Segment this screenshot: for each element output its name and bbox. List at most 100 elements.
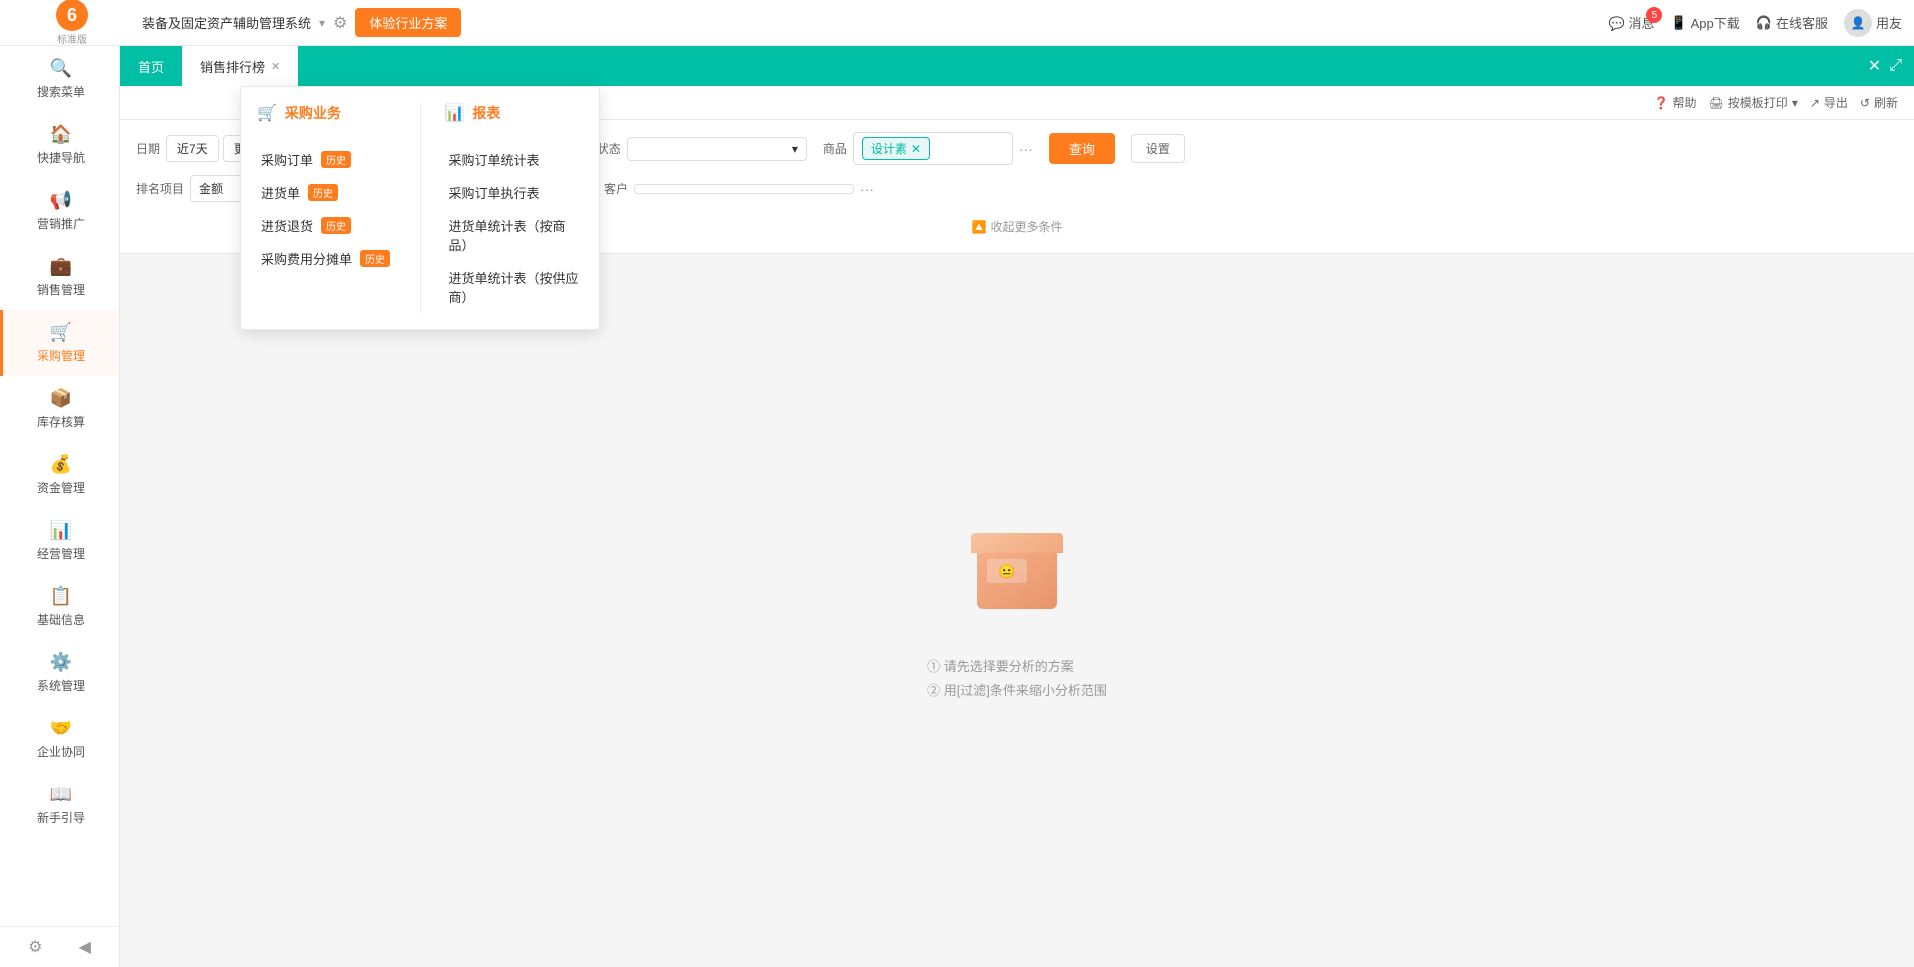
report-4-label: 进货单统计表（按供应商） [449, 268, 580, 306]
finance-icon: 💰 [50, 454, 72, 475]
dropdown-item-purchase-receipt[interactable]: 进货单 历史 [257, 176, 396, 209]
ranking-label: 排名项目 [136, 180, 184, 197]
dropdown-item-report-2[interactable]: 采购订单执行表 [445, 176, 584, 209]
purchase-return-history-badge: 历史 [321, 217, 351, 234]
goods-tag-label: 设计素 [871, 140, 907, 157]
online-service-item[interactable]: 🎧 在线客服 [1756, 13, 1828, 32]
sidebar-item-search[interactable]: 🔍 搜索菜单 [0, 46, 119, 112]
sidebar-collapse-icon[interactable]: ◀ [79, 937, 91, 957]
sidebar-item-finance[interactable]: 💰 资金管理 [0, 442, 119, 508]
reports-header: 📊 报表 [445, 103, 584, 131]
tab-sales-ranking[interactable]: 销售排行榜 ✕ [182, 46, 298, 86]
online-service-label: 在线客服 [1776, 13, 1828, 32]
refresh-icon: ↺ [1860, 96, 1870, 110]
set-button[interactable]: 设置 [1131, 134, 1185, 163]
avatar: 👤 [1844, 9, 1872, 37]
customer-select[interactable] [634, 184, 854, 194]
tab-expand-icon[interactable]: ⤢ [1889, 57, 1902, 75]
user-item[interactable]: 👤 用友 [1844, 9, 1902, 37]
sidebar-label-finance: 资金管理 [37, 479, 85, 496]
purchase-dropdown: 🛒 采购业务 采购订单 历史 进货单 历史 进货退货 历史 采购费用分摊单 [240, 86, 600, 330]
sidebar-item-marketing[interactable]: 📢 营销推广 [0, 178, 119, 244]
message-icon: 💬 [1609, 16, 1625, 31]
sidebar-bottom: ⚙ ◀ [0, 926, 119, 967]
sidebar-item-enterprise[interactable]: 🤝 企业协同 [0, 706, 119, 772]
enterprise-icon: 🤝 [50, 718, 72, 739]
customer-label: 客户 [604, 180, 628, 197]
sidebar-label-sales: 销售管理 [37, 281, 85, 298]
sidebar-settings-icon[interactable]: ⚙ [28, 937, 42, 957]
app-download-label: App下载 [1691, 13, 1740, 32]
guide-icon: 📖 [50, 784, 72, 805]
empty-text: 请先选择要分析的方案 用[过滤]条件来缩小分析范围 [927, 655, 1107, 702]
sidebar-label-enterprise: 企业协同 [37, 743, 85, 760]
goods-tag-close-icon[interactable]: ✕ [911, 142, 921, 156]
purchase-expense-label: 采购费用分摊单 [261, 249, 352, 268]
tab-home[interactable]: 首页 [120, 46, 182, 86]
sidebar-label-operations: 经营管理 [37, 545, 85, 562]
purchase-business-header: 🛒 采购业务 [257, 103, 396, 131]
doc-status-select[interactable]: ▾ [627, 137, 807, 161]
goods-select[interactable]: 设计素 ✕ [853, 132, 1013, 165]
system-dropdown-icon[interactable]: ▾ [319, 16, 325, 30]
home-icon: 🏠 [50, 124, 72, 145]
purchase-business-column: 🛒 采购业务 采购订单 历史 进货单 历史 进货退货 历史 采购费用分摊单 [257, 103, 396, 313]
marketing-icon: 📢 [50, 190, 72, 211]
basic-info-icon: 📋 [50, 586, 72, 607]
tab-close-all-icon[interactable]: ✕ [1868, 56, 1881, 76]
sidebar-item-inventory[interactable]: 📦 库存核算 [0, 376, 119, 442]
content-area: 首页 销售排行榜 ✕ ✕ ⤢ ❓ 帮助 🖨 按模板打印 ▾ ↗ [120, 46, 1914, 967]
customer-more-icon[interactable]: ··· [860, 181, 874, 197]
collapse-button[interactable]: 🔼 收起更多条件 [966, 212, 1069, 241]
notification-item[interactable]: 💬 消息 5 [1609, 13, 1655, 32]
system-name: 装备及固定资产辅助管理系统 [142, 13, 311, 32]
export-action[interactable]: ↗ 导出 [1810, 94, 1848, 111]
date-label: 日期 [136, 140, 160, 157]
app-download-item[interactable]: 📱 App下载 [1670, 13, 1739, 32]
purchase-expense-history-badge: 历史 [360, 250, 390, 267]
print-template-action[interactable]: 🖨 按模板打印 ▾ [1709, 94, 1798, 111]
filter-doc-status-group: 单据状态 ▾ [573, 137, 807, 161]
purchase-icon: 🛒 [50, 322, 72, 343]
collapse-label: 收起更多条件 [990, 218, 1062, 235]
report-1-label: 采购订单统计表 [449, 150, 540, 169]
sidebar-item-sales[interactable]: 💼 销售管理 [0, 244, 119, 310]
tab-bar-right: ✕ ⤢ [1856, 46, 1914, 86]
purchase-order-label: 采购订单 [261, 150, 313, 169]
sidebar-item-system[interactable]: ⚙️ 系统管理 [0, 640, 119, 706]
sidebar-item-quick-nav[interactable]: 🏠 快捷导航 [0, 112, 119, 178]
purchase-receipt-history-badge: 历史 [308, 184, 338, 201]
sidebar-item-operations[interactable]: 📊 经营管理 [0, 508, 119, 574]
sidebar-item-purchase[interactable]: 🛒 采购管理 [0, 310, 119, 376]
empty-hint-1: 请先选择要分析的方案 [927, 655, 1107, 678]
operations-icon: 📊 [50, 520, 72, 541]
reports-header-label: 报表 [472, 103, 500, 123]
sidebar-label-search: 搜索菜单 [37, 83, 85, 100]
logo-area: 6 标准版 [12, 0, 132, 46]
search-icon: 🔍 [50, 58, 72, 79]
query-button[interactable]: 查询 [1049, 133, 1115, 164]
export-label: 导出 [1824, 94, 1848, 111]
refresh-label: 刷新 [1874, 94, 1898, 111]
industry-btn[interactable]: 体验行业方案 [355, 8, 461, 37]
settings-icon[interactable]: ⚙ [333, 13, 347, 33]
sidebar-item-basic-info[interactable]: 📋 基础信息 [0, 574, 119, 640]
report-3-label: 进货单统计表（按商品） [449, 216, 580, 254]
date-recent7[interactable]: 近7天 [166, 135, 219, 162]
goods-more-icon[interactable]: ··· [1019, 141, 1033, 157]
dropdown-item-purchase-expense[interactable]: 采购费用分摊单 历史 [257, 242, 396, 275]
dropdown-item-purchase-return[interactable]: 进货退货 历史 [257, 209, 396, 242]
dropdown-item-purchase-order[interactable]: 采购订单 历史 [257, 143, 396, 176]
sidebar-item-guide[interactable]: 📖 新手引导 [0, 772, 119, 838]
tab-close-icon[interactable]: ✕ [271, 60, 280, 73]
phone-icon: 📱 [1670, 15, 1686, 31]
sidebar-label-inventory: 库存核算 [37, 413, 85, 430]
refresh-action[interactable]: ↺ 刷新 [1860, 94, 1898, 111]
dropdown-item-report-1[interactable]: 采购订单统计表 [445, 143, 584, 176]
dropdown-item-report-3[interactable]: 进货单统计表（按商品） [445, 209, 584, 261]
help-action[interactable]: ❓ 帮助 [1654, 94, 1697, 111]
dropdown-item-report-4[interactable]: 进货单统计表（按供应商） [445, 261, 584, 313]
topbar: 6 标准版 装备及固定资产辅助管理系统 ▾ ⚙ 体验行业方案 💬 消息 5 📱 … [0, 0, 1914, 46]
print-template-label: 按模板打印 [1728, 94, 1788, 111]
logo-text: 标准版 [57, 31, 87, 46]
